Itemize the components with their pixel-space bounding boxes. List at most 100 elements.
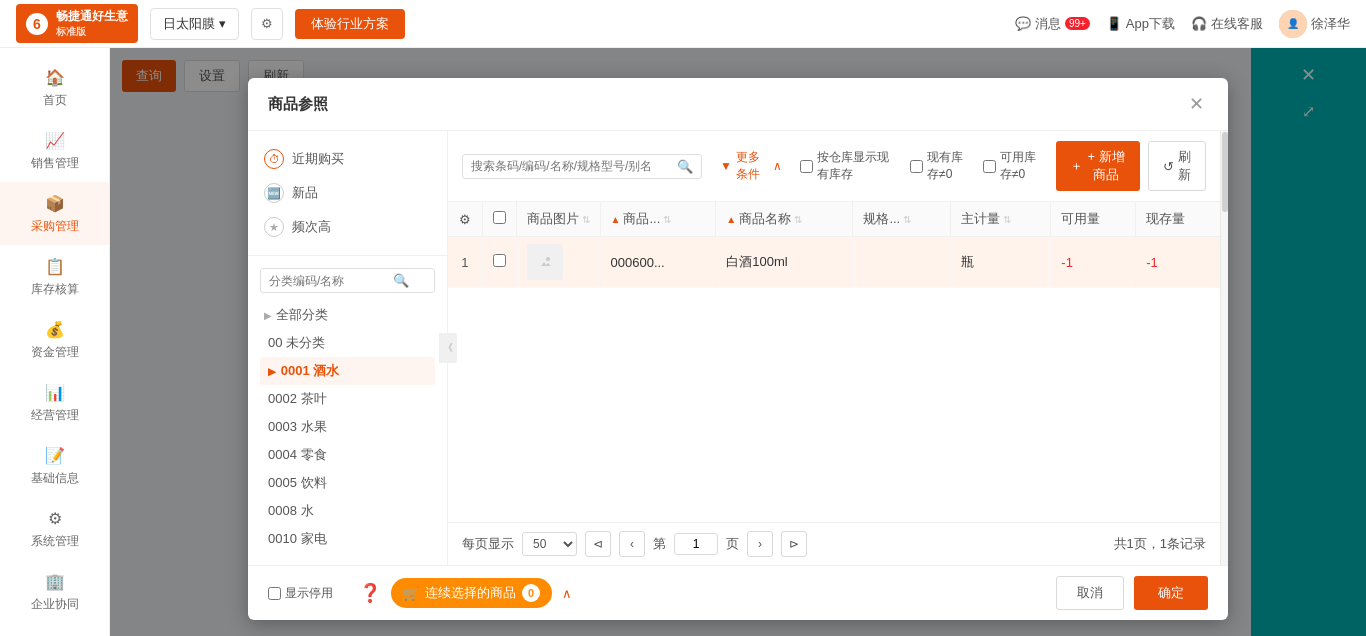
- quick-access-section: ⏱ 近期购买 🆕 新品 ★ 频次高: [248, 139, 447, 247]
- category-item-0003[interactable]: 0003 水果: [260, 413, 435, 441]
- category-item-0004[interactable]: 0004 零食: [260, 441, 435, 469]
- home-icon: 🏠: [44, 66, 66, 88]
- help-icon[interactable]: ❓: [359, 582, 381, 604]
- sort-icon-unit: ⇅: [1003, 214, 1011, 225]
- filter-icon: ▼: [720, 159, 732, 173]
- page-size-select[interactable]: 50 100 200: [522, 532, 577, 556]
- sidebar-item-system[interactable]: ⚙ 系统管理: [0, 497, 109, 560]
- first-page-button[interactable]: ⊲: [585, 531, 611, 557]
- chevron-up-icon[interactable]: ∧: [562, 586, 572, 601]
- message-item[interactable]: 💬 消息 99+: [1015, 15, 1090, 33]
- checkbox-usable[interactable]: [983, 160, 996, 173]
- quick-new-products[interactable]: 🆕 新品: [256, 177, 439, 209]
- search-product-input[interactable]: [471, 159, 671, 173]
- show-disabled-label[interactable]: 显示停用: [268, 585, 333, 602]
- quick-high-frequency[interactable]: ★ 频次高: [256, 211, 439, 243]
- nav-dropdown[interactable]: 日太阳膜 ▾: [150, 8, 239, 40]
- modal-close-button[interactable]: ✕: [1184, 92, 1208, 116]
- trial-button[interactable]: 体验行业方案: [295, 9, 405, 39]
- gear-button[interactable]: ⚙: [251, 8, 283, 40]
- modal-header: 商品参照 ✕: [248, 78, 1228, 131]
- next-page-button[interactable]: ›: [747, 531, 773, 557]
- sort-icon-name: ⇅: [794, 214, 802, 225]
- cell-checkbox[interactable]: [482, 237, 516, 288]
- category-section: ▶ 全部分类 00 未分类 ▶ 0001 酒水 0002: [248, 297, 447, 557]
- confirm-button[interactable]: 确定: [1134, 576, 1208, 610]
- sidebar-item-guide[interactable]: 🆕 新手引导: [0, 623, 109, 636]
- sidebar-item-home[interactable]: 🏠 首页: [0, 56, 109, 119]
- left-panel: ⏱ 近期购买 🆕 新品 ★ 频次高: [248, 131, 448, 565]
- filter-chevron-icon: ∧: [773, 159, 782, 173]
- add-product-button[interactable]: ＋ + 新增商品: [1056, 141, 1140, 191]
- category-item-0001[interactable]: ▶ 0001 酒水: [260, 357, 435, 385]
- sidebar-item-operation[interactable]: 📊 经营管理: [0, 371, 109, 434]
- cell-seq: 1: [448, 237, 482, 288]
- avatar: 👤: [1279, 10, 1307, 38]
- right-panel: 🔍 ▼ 更多条件 ∧ 按仓库显示现有库存: [448, 131, 1220, 565]
- user-item[interactable]: 👤 徐泽华: [1279, 10, 1350, 38]
- sidebar-item-basic[interactable]: 📝 基础信息: [0, 434, 109, 497]
- checkbox-inventory-label[interactable]: 按仓库显示现有库存: [800, 149, 900, 183]
- app-name: 畅捷通好生意: [56, 8, 128, 25]
- cart-icon: 🛒: [403, 586, 419, 601]
- enterprise-icon: 🏢: [44, 570, 66, 592]
- sidebar-item-finance[interactable]: 💰 资金管理: [0, 308, 109, 371]
- category-item-0010[interactable]: 0010 家电: [260, 525, 435, 553]
- checkbox-inventory[interactable]: [800, 160, 813, 173]
- cell-spec: [853, 237, 950, 288]
- online-service-item[interactable]: 🎧 在线客服: [1191, 15, 1263, 33]
- top-nav: 6 畅捷通好生意 标准版 日太阳膜 ▾ ⚙ 体验行业方案 💬 消息 99+ 📱 …: [0, 0, 1366, 48]
- category-search-input[interactable]: [269, 274, 389, 288]
- th-settings[interactable]: ⚙: [448, 202, 482, 237]
- sort-arrow-name: ▲: [726, 214, 736, 225]
- th-checkbox[interactable]: [482, 202, 516, 237]
- category-item-0005[interactable]: 0005 饮料: [260, 469, 435, 497]
- modal-scrollbar[interactable]: [1220, 131, 1228, 565]
- category-item-0002[interactable]: 0002 茶叶: [260, 385, 435, 413]
- product-table: ⚙ 商品图片 ⇅: [448, 202, 1220, 288]
- category-search-box[interactable]: 🔍: [260, 268, 435, 293]
- checkbox-available[interactable]: [910, 160, 923, 173]
- cancel-button[interactable]: 取消: [1056, 576, 1124, 610]
- refresh-button[interactable]: ↺ 刷新: [1148, 141, 1207, 191]
- select-all-checkbox[interactable]: [493, 211, 506, 224]
- page-number-input[interactable]: [674, 533, 718, 555]
- category-item-00[interactable]: 00 未分类: [260, 329, 435, 357]
- filter-button[interactable]: ▼ 更多条件 ∧: [712, 145, 790, 187]
- prev-page-button[interactable]: ‹: [619, 531, 645, 557]
- show-disabled-checkbox[interactable]: [268, 587, 281, 600]
- app-download-item[interactable]: 📱 App下载: [1106, 15, 1175, 33]
- sidebar-item-inventory[interactable]: 📋 库存核算: [0, 245, 109, 308]
- headset-icon: 🎧: [1191, 16, 1207, 31]
- cell-stock: -1: [1136, 237, 1220, 288]
- mobile-icon: 📱: [1106, 16, 1122, 31]
- triangle-icon: ▶: [264, 310, 272, 321]
- th-unit: 主计量 ⇅: [950, 202, 1051, 237]
- cart-button[interactable]: 🛒 连续选择的商品 0: [391, 578, 552, 608]
- cell-code: 000600...: [600, 237, 716, 288]
- app-sub: 标准版: [56, 25, 128, 39]
- checkbox-usable-label[interactable]: 可用库存≠0: [983, 149, 1046, 183]
- search-small-icon: 🔍: [393, 273, 409, 288]
- checkbox-available-label[interactable]: 现有库存≠0: [910, 149, 973, 183]
- category-all[interactable]: ▶ 全部分类: [260, 301, 435, 329]
- scroll-thumb[interactable]: [1222, 132, 1228, 212]
- sort-arrow-code: ▲: [611, 214, 621, 225]
- sidebar-item-sales[interactable]: 📈 销售管理: [0, 119, 109, 182]
- category-item-0008[interactable]: 0008 水: [260, 497, 435, 525]
- cell-unit: 瓶: [950, 237, 1051, 288]
- quick-recent-purchase[interactable]: ⏱ 近期购买: [256, 143, 439, 175]
- row-checkbox[interactable]: [493, 254, 506, 267]
- nav-right: 💬 消息 99+ 📱 App下载 🎧 在线客服 👤 徐泽华: [1015, 10, 1350, 38]
- table-row[interactable]: 1: [448, 237, 1220, 288]
- pagination: 每页显示 50 100 200 ⊲ ‹ 第 页 ›: [448, 522, 1220, 565]
- sidebar-item-enterprise[interactable]: 🏢 企业协同: [0, 560, 109, 623]
- sidebar-item-purchase[interactable]: 📦 采购管理: [0, 182, 109, 245]
- modal-title: 商品参照: [268, 95, 328, 114]
- cart-count: 0: [522, 584, 540, 602]
- search-input-box[interactable]: 🔍: [462, 154, 702, 179]
- divider: [248, 255, 447, 256]
- chevron-down-icon: ▾: [219, 16, 226, 31]
- last-page-button[interactable]: ⊳: [781, 531, 807, 557]
- table-body: 1: [448, 237, 1220, 288]
